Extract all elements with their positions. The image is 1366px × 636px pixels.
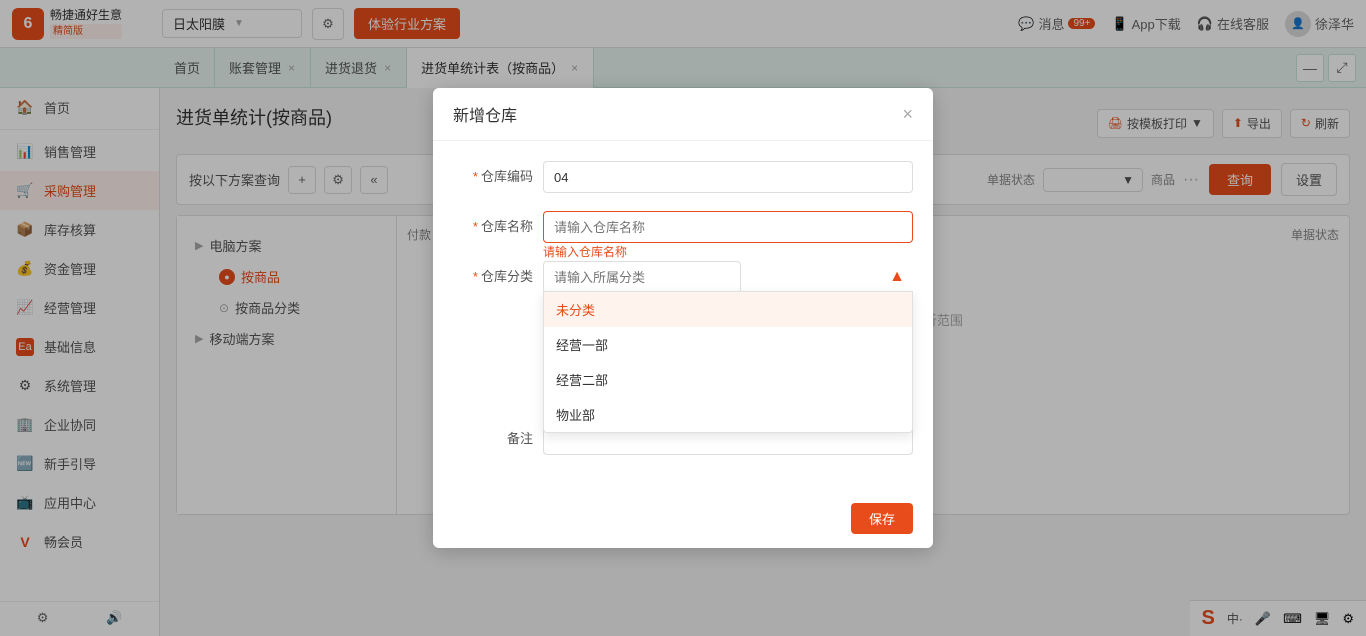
category-label: 仓库分类 <box>453 261 543 293</box>
modal-title: 新增仓库 <box>453 102 517 126</box>
save-button[interactable]: 保存 <box>851 503 913 534</box>
modal-close-btn[interactable]: × <box>902 105 913 123</box>
category-form-row: 仓库分类 ▲ 未分类 经营一部 经营二部 物业部 <box>453 261 913 293</box>
code-input[interactable] <box>543 161 913 193</box>
chevron-up-icon: ▲ <box>889 268 905 286</box>
dropdown-option-dept3[interactable]: 物业部 <box>544 397 912 432</box>
modal-footer: 保存 <box>433 493 933 548</box>
name-label: 仓库名称 <box>453 211 543 243</box>
name-form-row: 仓库名称 请输入仓库名称 <box>453 211 913 243</box>
code-label: 仓库编码 <box>453 161 543 193</box>
name-error-msg: 请输入仓库名称 <box>543 243 627 260</box>
category-select-wrapper: ▲ <box>543 261 913 293</box>
dropdown-option-dept2[interactable]: 经营二部 <box>544 362 912 397</box>
modal-header: 新增仓库 × <box>433 88 933 141</box>
remark-label: 备注 <box>453 423 543 455</box>
name-input[interactable] <box>543 211 913 243</box>
new-warehouse-modal: 新增仓库 × 仓库编码 仓库名称 请输入仓库名称 仓库分类 <box>433 88 933 548</box>
modal-body: 仓库编码 仓库名称 请输入仓库名称 仓库分类 ▲ <box>433 141 933 493</box>
category-dropdown: 未分类 经营一部 经营二部 物业部 <box>543 291 913 433</box>
category-input[interactable] <box>543 261 741 293</box>
modal-overlay: 新增仓库 × 仓库编码 仓库名称 请输入仓库名称 仓库分类 <box>0 0 1366 636</box>
dropdown-option-none[interactable]: 未分类 <box>544 292 912 327</box>
dropdown-option-dept1[interactable]: 经营一部 <box>544 327 912 362</box>
code-form-row: 仓库编码 <box>453 161 913 193</box>
